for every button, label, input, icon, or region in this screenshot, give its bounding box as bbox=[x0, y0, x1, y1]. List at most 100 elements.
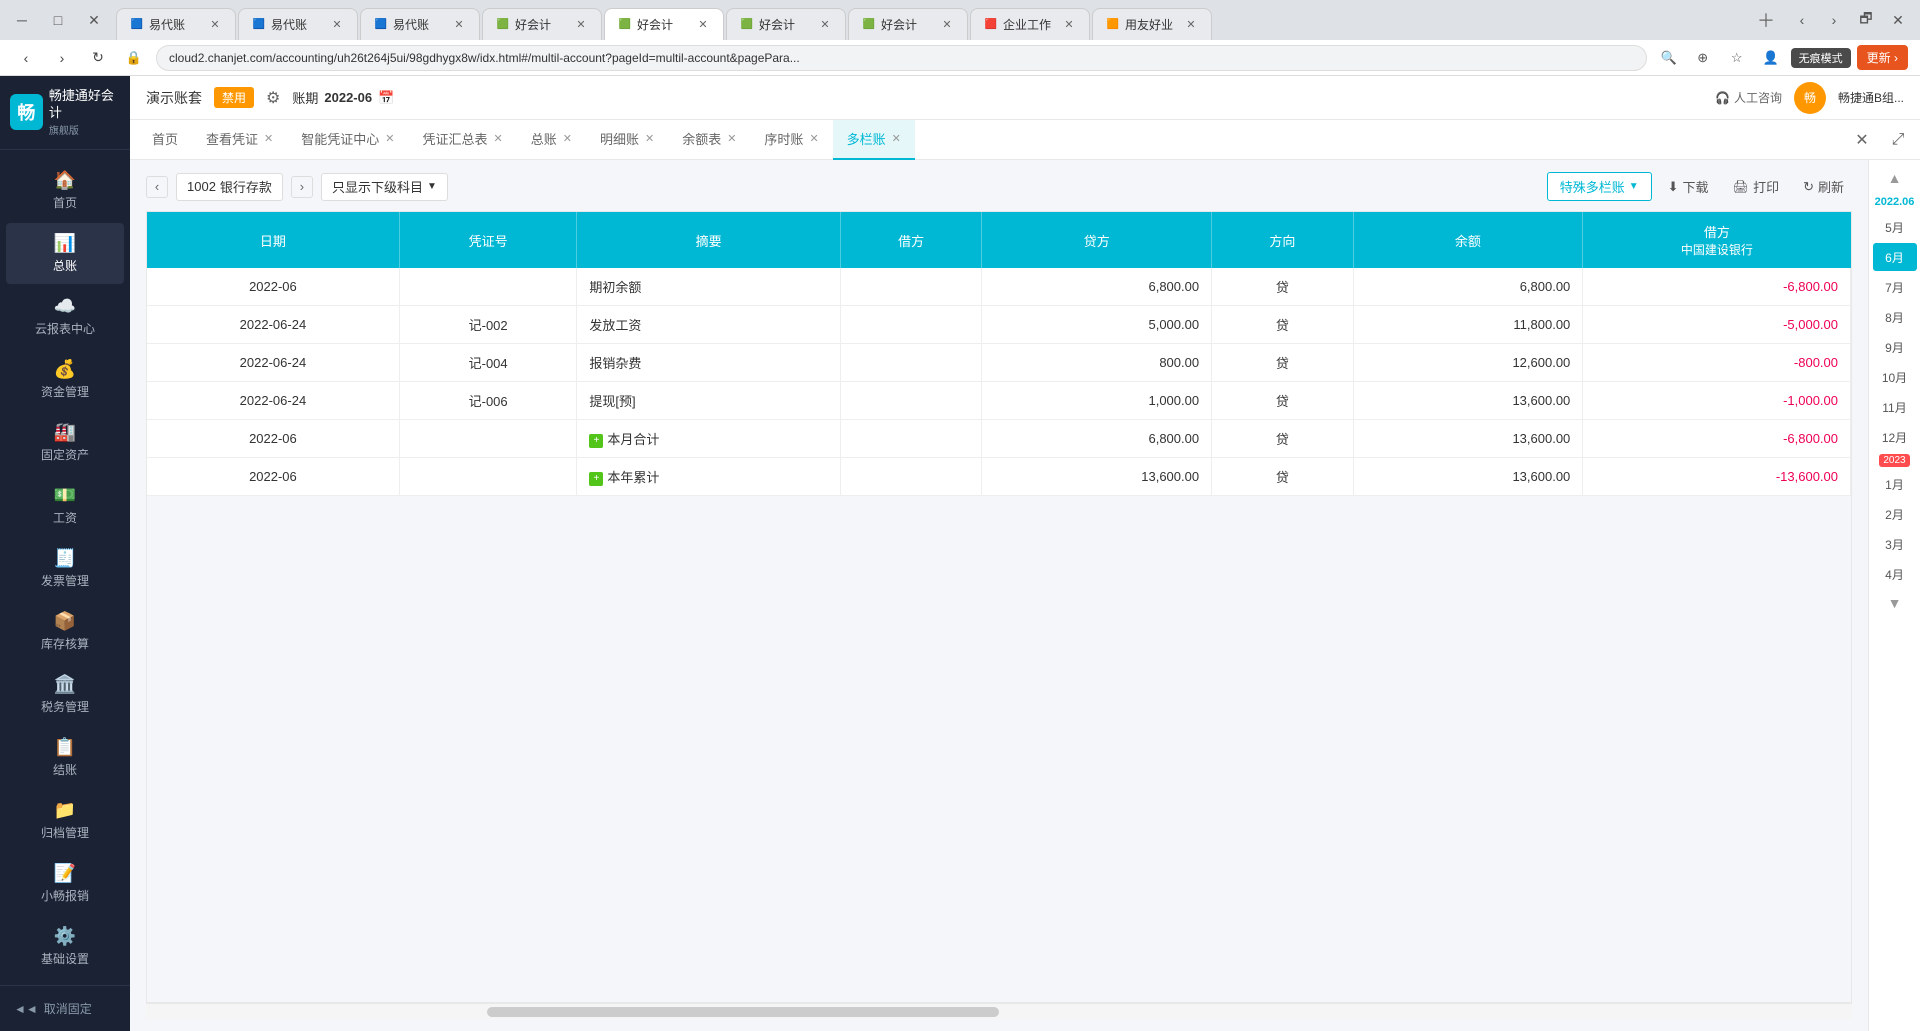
page-tab-7[interactable]: 序时账✕ bbox=[750, 120, 832, 160]
tab-close-7[interactable]: ✕ bbox=[1061, 17, 1077, 33]
close-browser-btn[interactable]: ✕ bbox=[80, 6, 108, 34]
bookmark-icon[interactable]: ☆ bbox=[1723, 44, 1751, 72]
sidebar-item-归档管理[interactable]: 📁归档管理 bbox=[6, 790, 124, 851]
cal-month-12[interactable]: 12月 bbox=[1873, 423, 1917, 451]
back-btn[interactable]: ‹ bbox=[12, 44, 40, 72]
reload-btn[interactable]: ↻ bbox=[84, 44, 112, 72]
tab-close-8[interactable]: ✕ bbox=[1183, 17, 1199, 33]
browser-tab-6[interactable]: 🟩好会计✕ bbox=[848, 8, 968, 40]
cal-month-6[interactable]: 6月 bbox=[1873, 243, 1917, 271]
cal-month-9[interactable]: 9月 bbox=[1873, 333, 1917, 361]
cal-month-5[interactable]: 5月 bbox=[1873, 213, 1917, 241]
cal-month-10[interactable]: 10月 bbox=[1873, 363, 1917, 391]
tab-close-4[interactable]: ✕ bbox=[695, 17, 711, 33]
tab-close-3[interactable]: ✕ bbox=[573, 17, 589, 33]
tab-next-btn[interactable]: › bbox=[1820, 6, 1848, 34]
account-badge[interactable]: 禁用 bbox=[214, 87, 254, 108]
restore-btn[interactable]: 🗗 bbox=[1852, 6, 1880, 34]
cal-month-11[interactable]: 11月 bbox=[1873, 393, 1917, 421]
page-tab-close-1[interactable]: ✕ bbox=[264, 132, 273, 145]
page-tab-2[interactable]: 智能凭证中心✕ bbox=[287, 120, 408, 160]
page-tab-3[interactable]: 凭证汇总表✕ bbox=[408, 120, 516, 160]
page-tab-close-8[interactable]: ✕ bbox=[892, 132, 901, 145]
tab-close-2[interactable]: ✕ bbox=[451, 17, 467, 33]
collapse-tab-icon[interactable]: ✕ bbox=[1848, 126, 1876, 154]
cal-month-1-2023[interactable]: 1月 bbox=[1873, 470, 1917, 498]
page-tab-1[interactable]: 查看凭证✕ bbox=[192, 120, 287, 160]
browser-tab-3[interactable]: 🟩好会计✕ bbox=[482, 8, 602, 40]
calendar-icon[interactable]: 📅 bbox=[378, 90, 394, 106]
cal-month-7[interactable]: 7月 bbox=[1873, 273, 1917, 301]
browser-tab-5[interactable]: 🟩好会计✕ bbox=[726, 8, 846, 40]
no-trace-btn[interactable]: 无痕模式 bbox=[1791, 48, 1851, 68]
unpin-btn[interactable]: ◄◄ 取消固定 bbox=[8, 994, 122, 1023]
sidebar-item-基础设置[interactable]: ⚙️基础设置 bbox=[6, 916, 124, 977]
browser-tab-2[interactable]: 🟦易代账✕ bbox=[360, 8, 480, 40]
tab-new-btn[interactable]: ＋ bbox=[1752, 6, 1780, 34]
browser-tab-7[interactable]: 🟥企业工作✕ bbox=[970, 8, 1090, 40]
translate-icon[interactable]: ⊕ bbox=[1689, 44, 1717, 72]
page-tab-close-5[interactable]: ✕ bbox=[645, 132, 654, 145]
sidebar-item-库存核算[interactable]: 📦库存核算 bbox=[6, 601, 124, 662]
filter-dropdown[interactable]: 只显示下级科目 ▼ bbox=[321, 173, 448, 201]
profile-icon[interactable]: 👤 bbox=[1757, 44, 1785, 72]
settings-gear-icon[interactable]: ⚙ bbox=[266, 88, 280, 108]
print-btn[interactable]: 🖨 打印 bbox=[1725, 173, 1788, 200]
cal-month-2-2023[interactable]: 2月 bbox=[1873, 500, 1917, 528]
user-service-btn[interactable]: 🎧 人工咨询 bbox=[1715, 89, 1782, 106]
cal-month-4-2023[interactable]: 4月 bbox=[1873, 560, 1917, 588]
download-btn[interactable]: ⬇ 下载 bbox=[1660, 173, 1717, 200]
page-tab-label-0: 首页 bbox=[152, 129, 178, 148]
sidebar-item-云报表中心[interactable]: ☁️云报表中心 bbox=[6, 286, 124, 347]
expand-tab-icon[interactable]: ⤢ bbox=[1884, 126, 1912, 154]
page-tab-close-6[interactable]: ✕ bbox=[727, 132, 736, 145]
bottom-scroll[interactable] bbox=[146, 1003, 1852, 1019]
sidebar-item-首页[interactable]: 🏠首页 bbox=[6, 160, 124, 221]
voucher-link[interactable]: 记-006 bbox=[469, 394, 508, 409]
cal-down-btn[interactable]: ▼ bbox=[1881, 589, 1909, 617]
special-multi-btn[interactable]: 特殊多栏账 ▼ bbox=[1547, 172, 1652, 201]
address-input[interactable] bbox=[156, 45, 1647, 71]
cal-month-8[interactable]: 8月 bbox=[1873, 303, 1917, 331]
search-icon[interactable]: 🔍 bbox=[1655, 44, 1683, 72]
maximize-btn[interactable]: □ bbox=[44, 6, 72, 34]
sidebar-item-固定资产[interactable]: 🏭固定资产 bbox=[6, 412, 124, 473]
next-account-btn[interactable]: › bbox=[291, 176, 313, 198]
refresh-btn[interactable]: ↻ 刷新 bbox=[1795, 173, 1852, 200]
page-tab-8[interactable]: 多栏账✕ bbox=[833, 120, 915, 160]
minimize-btn[interactable]: ─ bbox=[8, 6, 36, 34]
tab-prev-btn[interactable]: ‹ bbox=[1788, 6, 1816, 34]
browser-tab-0[interactable]: 🟦易代账✕ bbox=[116, 8, 236, 40]
sidebar-item-小畅报销[interactable]: 📝小畅报销 bbox=[6, 853, 124, 914]
tab-close-5[interactable]: ✕ bbox=[817, 17, 833, 33]
voucher-link[interactable]: 记-004 bbox=[469, 356, 508, 371]
browser-tab-4[interactable]: 🟩好会计✕ bbox=[604, 8, 724, 40]
sidebar-item-税务管理[interactable]: 🏛️税务管理 bbox=[6, 664, 124, 725]
cal-month-3-2023[interactable]: 3月 bbox=[1873, 530, 1917, 558]
voucher-link[interactable]: 记-002 bbox=[469, 318, 508, 333]
page-tab-0[interactable]: 首页 bbox=[138, 120, 192, 160]
close-win-btn[interactable]: ✕ bbox=[1884, 6, 1912, 34]
page-tab-close-7[interactable]: ✕ bbox=[809, 132, 818, 145]
browser-tab-1[interactable]: 🟦易代账✕ bbox=[238, 8, 358, 40]
prev-account-btn[interactable]: ‹ bbox=[146, 176, 168, 198]
sidebar-item-总账[interactable]: 📊总账 bbox=[6, 223, 124, 284]
sidebar-item-工资[interactable]: 💵工资 bbox=[6, 475, 124, 536]
page-tab-4[interactable]: 总账✕ bbox=[517, 120, 586, 160]
page-tab-6[interactable]: 余额表✕ bbox=[668, 120, 750, 160]
tab-close-1[interactable]: ✕ bbox=[329, 17, 345, 33]
tab-close-6[interactable]: ✕ bbox=[939, 17, 955, 33]
sidebar-item-结账[interactable]: 📋结账 bbox=[6, 727, 124, 788]
page-tab-close-3[interactable]: ✕ bbox=[494, 132, 503, 145]
tab-close-0[interactable]: ✕ bbox=[207, 17, 223, 33]
sidebar-item-发票管理[interactable]: 🧾发票管理 bbox=[6, 538, 124, 599]
browser-tab-8[interactable]: 🟧用友好业✕ bbox=[1092, 8, 1212, 40]
sidebar-item-资金管理[interactable]: 💰资金管理 bbox=[6, 349, 124, 410]
account-selector[interactable]: 1002 银行存款 bbox=[176, 173, 283, 201]
page-tab-close-4[interactable]: ✕ bbox=[563, 132, 572, 145]
page-tab-close-2[interactable]: ✕ bbox=[385, 132, 394, 145]
forward-btn[interactable]: › bbox=[48, 44, 76, 72]
update-btn[interactable]: 更新 › bbox=[1857, 45, 1908, 70]
page-tab-5[interactable]: 明细账✕ bbox=[586, 120, 668, 160]
cal-up-btn[interactable]: ▲ bbox=[1881, 164, 1909, 192]
